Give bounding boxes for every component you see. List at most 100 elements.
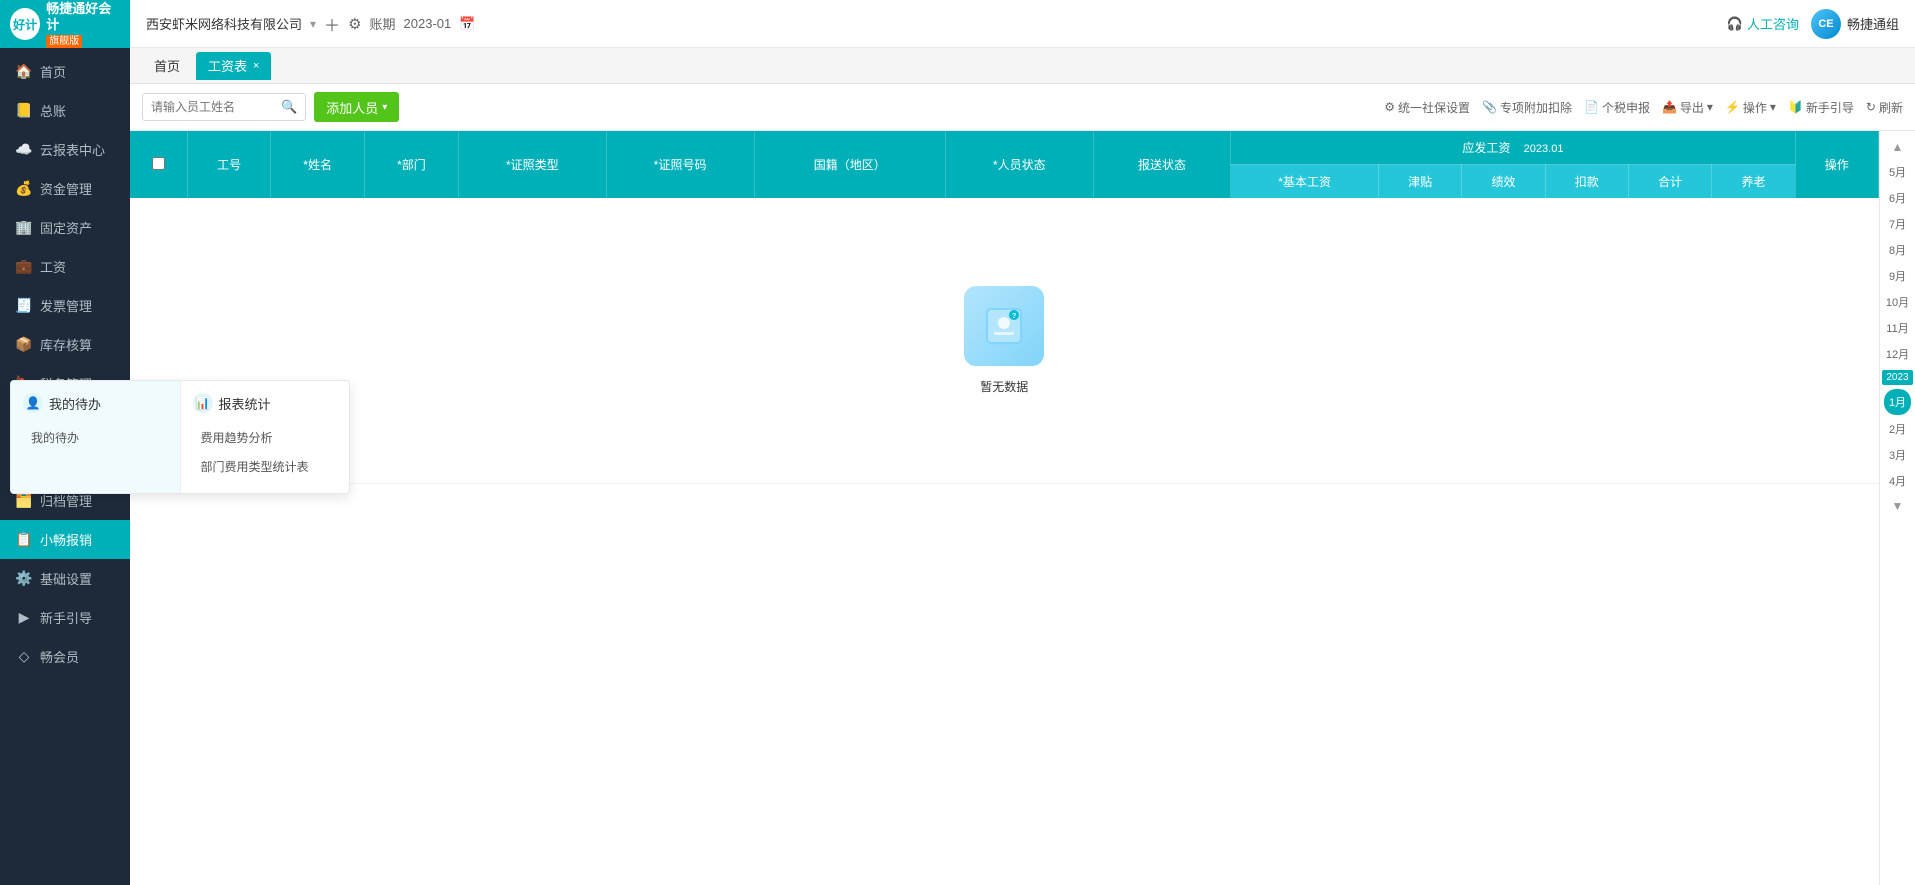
sidebar-item-cloud-label: 云报表中心 [40,140,105,159]
logo-title: 畅捷通好会计 [46,1,120,32]
user-menu[interactable]: CE 畅捷通组 [1811,9,1899,39]
tab-salary-label: 工资表 [208,56,247,75]
guide-action-label: 新手引导 [1806,99,1854,116]
sidebar-item-inventory-label: 库存核算 [40,335,92,354]
month-11[interactable]: 11月 [1880,315,1915,341]
month-1[interactable]: 1月 [1884,389,1911,415]
social-insurance-button[interactable]: ⚙ 统一社保设置 [1384,99,1470,116]
sidebar-item-assets[interactable]: 🏢 固定资产 [0,208,130,247]
month-down-button[interactable]: ▼ [1886,494,1910,518]
month-9[interactable]: 9月 [1880,263,1915,289]
tab-home-label: 首页 [154,56,180,75]
export-icon: 📤 [1662,100,1677,114]
popup-todo-icon: 👤 [23,393,43,413]
sidebar-item-basic[interactable]: ⚙️ 基础设置 [0,559,130,598]
company-name: 西安虾米网络科技有限公司 [146,14,302,33]
export-dropdown-icon: ▾ [1707,100,1713,114]
avatar: CE [1811,9,1841,39]
sidebar-item-invoice[interactable]: 🧾 发票管理 [0,286,130,325]
popup-col-report: 📊 报表统计 费用趋势分析 部门费用类型统计表 [180,381,350,493]
social-insurance-icon: ⚙ [1384,100,1395,114]
logo-sub: 旗舰版 [46,35,82,48]
assets-icon: 🏢 [16,220,32,236]
operation-dropdown-icon: ▾ [1770,100,1776,114]
sidebar-item-guide-label: 新手引导 [40,608,92,627]
tab-salary-table[interactable]: 工资表 × [196,52,271,80]
sidebar-item-fund[interactable]: 💰 资金管理 [0,169,130,208]
th-status: *人员状态 [945,131,1093,198]
sidebar-item-cloud-report[interactable]: ☁️ 云报表中心 [0,130,130,169]
sidebar-item-salary[interactable]: 💼 工资 [0,247,130,286]
popup-report-item-1[interactable]: 费用趋势分析 [193,423,338,452]
setting-icon[interactable]: ⚙ [348,15,361,33]
basic-icon: ⚙️ [16,571,32,587]
period-value: 2023-01 [404,16,452,31]
add-person-button[interactable]: 添加人员 ▾ [314,92,399,122]
th-total: 合计 [1628,165,1711,199]
no-data-cell: ? 暂无数据 [130,198,1879,484]
sidebar-item-salary-label: 工资 [40,257,66,276]
sidebar-item-home-label: 首页 [40,62,66,81]
no-data-text: 暂无数据 [980,378,1028,395]
search-input[interactable] [151,100,281,114]
popup-report-item-2[interactable]: 部门费用类型统计表 [193,452,338,481]
calendar-icon[interactable]: 📅 [459,16,475,32]
month-6[interactable]: 6月 [1880,185,1915,211]
inventory-icon: 📦 [16,337,32,353]
sidebar-item-inventory[interactable]: 📦 库存核算 [0,325,130,364]
sidebar-item-xiaochang[interactable]: 📋 小畅报销 [0,520,130,559]
th-name: *姓名 [271,131,365,198]
month-7[interactable]: 7月 [1880,211,1915,237]
month-5[interactable]: 5月 [1880,159,1915,185]
period-label: 账期 [370,14,396,33]
tab-home[interactable]: 首页 [142,52,192,80]
month-8[interactable]: 8月 [1880,237,1915,263]
refresh-button[interactable]: ↻ 刷新 [1866,99,1903,116]
header-right: 🎧 人工咨询 CE 畅捷通组 [1727,9,1899,39]
popup-report-icon: 📊 [193,393,213,413]
service-button[interactable]: 🎧 人工咨询 [1727,14,1799,33]
guide-icon: ▶ [16,610,32,626]
sidebar-item-xiaochang-label: 小畅报销 [40,530,92,549]
sidebar-item-fund-label: 资金管理 [40,179,92,198]
operation-button[interactable]: ⚡ 操作 ▾ [1725,99,1776,116]
table-wrap: 工号 *姓名 *部门 *证照类型 *证照号码 国籍（地区） *人员状态 报送状态… [130,131,1879,885]
company-dropdown-icon[interactable]: ▾ [310,17,316,31]
sidebar-item-guide[interactable]: ▶ 新手引导 [0,598,130,637]
no-data-icon: ? [964,286,1044,366]
sidebar-item-member[interactable]: ◇ 畅会员 [0,637,130,676]
month-up-button[interactable]: ▲ [1886,135,1910,159]
month-10[interactable]: 10月 [1880,289,1915,315]
month-12[interactable]: 12月 [1880,341,1915,367]
popup-todo-item[interactable]: 我的待办 [23,423,168,452]
salary-icon: 💼 [16,259,32,275]
th-country: 国籍（地区） [754,131,945,198]
export-button[interactable]: 📤 导出 ▾ [1662,99,1713,116]
sidebar-item-invoice-label: 发票管理 [40,296,92,315]
xiaochang-icon: 📋 [16,532,32,548]
sidebar-item-home[interactable]: 🏠 首页 [0,52,130,91]
add-person-label: 添加人员 [326,98,378,117]
ledger-icon: 📒 [16,103,32,119]
month-sidebar: ▲ 5月 6月 7月 8月 9月 10月 11月 12月 2023 1月 2月 … [1879,131,1915,885]
username-label: 畅捷通组 [1847,14,1899,33]
select-all-checkbox[interactable] [152,157,165,170]
th-action: 操作 [1795,131,1878,198]
special-deduction-button[interactable]: 📎 专项附加扣除 [1482,99,1572,116]
sidebar-item-ledger[interactable]: 📒 总账 [0,91,130,130]
month-3[interactable]: 3月 [1880,442,1915,468]
invoice-icon: 🧾 [16,298,32,314]
search-icon: 🔍 [281,99,297,115]
th-job-no: 工号 [187,131,270,198]
search-box[interactable]: 🔍 [142,93,306,121]
tab-close-icon[interactable]: × [253,60,259,72]
month-4[interactable]: 4月 [1880,468,1915,494]
th-deduction: 扣款 [1545,165,1628,199]
th-checkbox[interactable] [130,131,187,198]
th-bonus: 绩效 [1462,165,1545,199]
th-dept: *部门 [365,131,459,198]
month-2[interactable]: 2月 [1880,416,1915,442]
guide-button[interactable]: 🔰 新手引导 [1788,99,1854,116]
add-company-button[interactable]: ＋ [324,12,340,36]
tax-return-button[interactable]: 📄 个税申报 [1584,99,1650,116]
